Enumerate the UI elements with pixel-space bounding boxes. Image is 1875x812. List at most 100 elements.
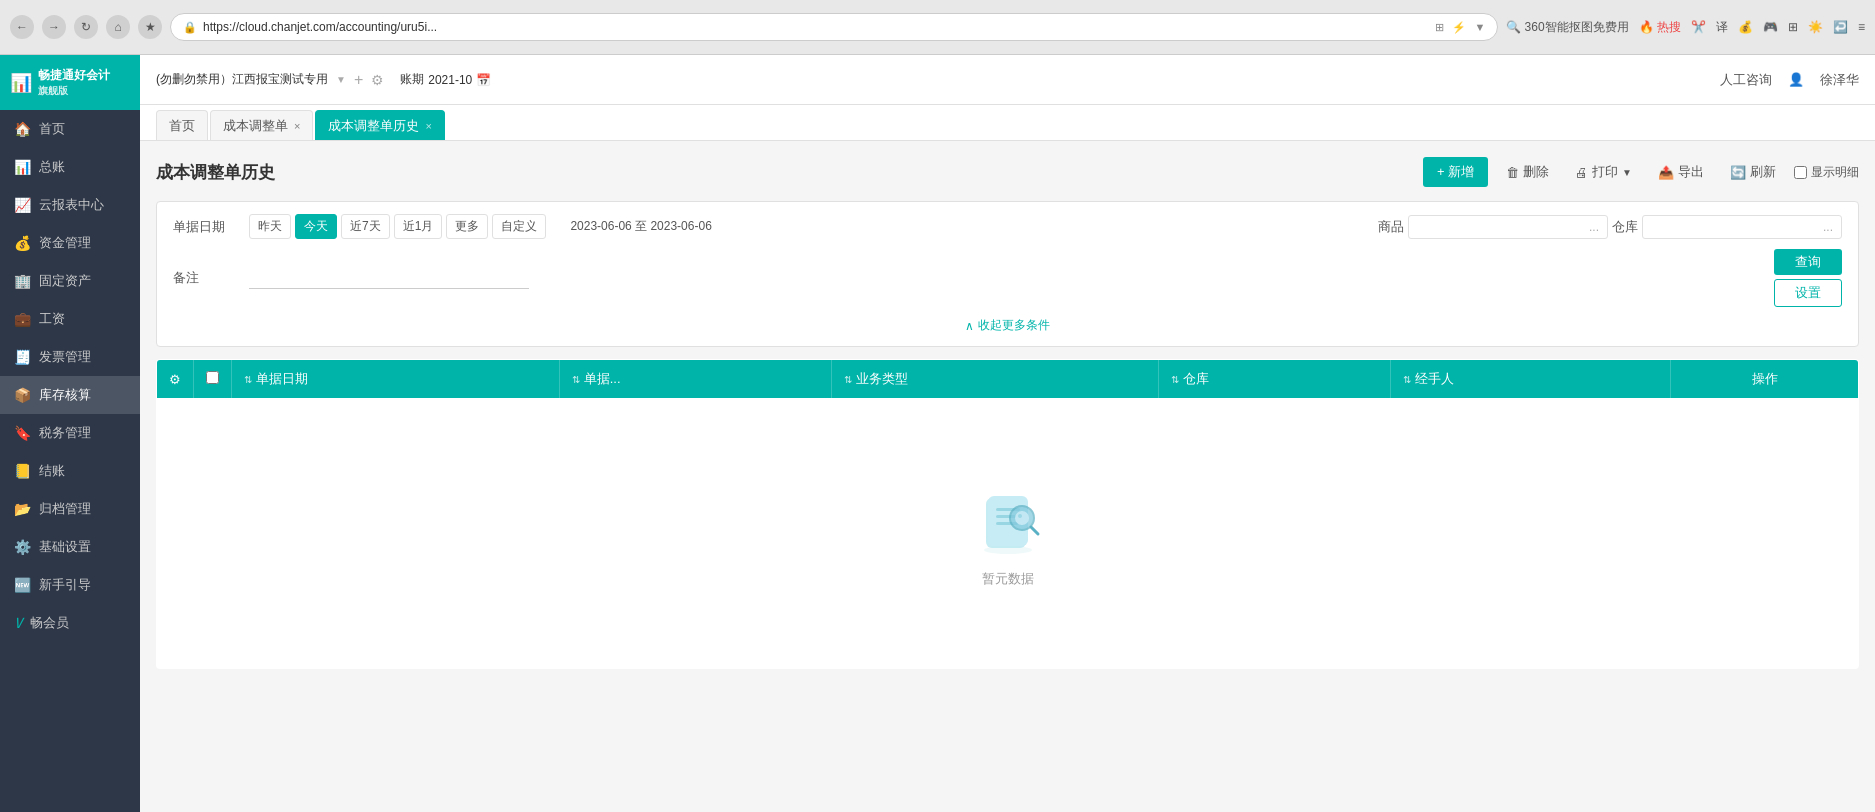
warehouse-dots[interactable]: ...: [1823, 220, 1833, 234]
show-cols-checkbox[interactable]: [1794, 166, 1807, 179]
warehouse-filter-select[interactable]: ...: [1642, 215, 1842, 239]
tab-cost-adjust-close[interactable]: ×: [294, 120, 300, 132]
app-switcher-icon[interactable]: ⊞: [1435, 21, 1444, 34]
grid-tool[interactable]: ⊞: [1788, 20, 1798, 34]
delete-button[interactable]: 🗑 删除: [1498, 159, 1557, 185]
show-cols-toggle[interactable]: 显示明细: [1794, 164, 1859, 181]
sidebar-item-label: 云报表中心: [39, 196, 104, 214]
logo-icon: 📊: [10, 72, 32, 94]
top-bar-period: 账期 2021-10 📅: [400, 71, 491, 88]
undo-tool[interactable]: ↩️: [1833, 20, 1848, 34]
page-body: 成本调整单历史 + 新增 🗑 删除 🖨 打印 ▼ 📤 导出: [140, 141, 1875, 812]
sidebar-item-close[interactable]: 📒 结账: [0, 452, 140, 490]
scissors-tool[interactable]: ✂️: [1691, 20, 1706, 34]
tab-home[interactable]: 首页: [156, 110, 208, 140]
date-btn-custom[interactable]: 自定义: [492, 214, 546, 239]
sort-icon[interactable]: ⇅: [572, 374, 580, 385]
tab-cost-adjust-history[interactable]: 成本调整单历史 ×: [315, 110, 444, 140]
reload-button[interactable]: ↻: [74, 15, 98, 39]
page-title: 成本调整单历史: [156, 161, 1423, 184]
bookmark-button[interactable]: ★: [138, 15, 162, 39]
sidebar-item-vip[interactable]: V 畅会员: [0, 604, 140, 642]
print-dropdown-icon[interactable]: ▼: [1622, 167, 1632, 178]
address-bar[interactable]: 🔒 https://cloud.chanjet.com/accounting/u…: [170, 13, 1498, 41]
tab-home-label: 首页: [169, 117, 195, 135]
date-btn-yesterday[interactable]: 昨天: [249, 214, 291, 239]
main-sidebar: 📊 畅捷通好会计 旗舰版 🏠 首页 📊 总账 📈 云报表中心 💰 资金管理: [0, 55, 140, 812]
menu-tool[interactable]: ≡: [1858, 20, 1865, 34]
sidebar-item-salary[interactable]: 💼 工资: [0, 300, 140, 338]
print-button[interactable]: 🖨 打印 ▼: [1567, 159, 1640, 185]
sidebar-item-home[interactable]: 🏠 首页: [0, 110, 140, 148]
table-header: ⚙ ⇅ 单据日期 ⇅: [157, 360, 1859, 399]
top-bar-right: 人工咨询 👤 徐泽华: [1720, 71, 1859, 89]
export-icon: 📤: [1658, 165, 1674, 180]
funds-icon: 💰: [14, 235, 31, 251]
sidebar-item-tax[interactable]: 🔖 税务管理: [0, 414, 140, 452]
tab-cost-adjust[interactable]: 成本调整单 ×: [210, 110, 313, 140]
sidebar-item-reports[interactable]: 📈 云报表中心: [0, 186, 140, 224]
search-tool[interactable]: 🔍 360智能抠图免费用: [1506, 19, 1628, 36]
dropdown-arrow-icon[interactable]: ▼: [336, 74, 346, 85]
sidebar-item-ledger[interactable]: 📊 总账: [0, 148, 140, 186]
query-button[interactable]: 查询: [1774, 249, 1842, 275]
date-btn-more[interactable]: 更多: [446, 214, 488, 239]
main-content: (勿删勿禁用）江西报宝测试专用 ▼ + ⚙ 账期 2021-10 📅 人工咨询 …: [140, 55, 1875, 812]
user-name[interactable]: 徐泽华: [1820, 71, 1859, 89]
th-settings[interactable]: ⚙: [157, 360, 194, 399]
back-button[interactable]: ←: [10, 15, 34, 39]
date-btn-today[interactable]: 今天: [295, 214, 337, 239]
table-settings-button[interactable]: 设置: [1774, 279, 1842, 307]
th-handler: ⇅ 经手人: [1391, 360, 1671, 399]
sort-icon[interactable]: ⇅: [244, 374, 252, 385]
export-button[interactable]: 📤 导出: [1650, 159, 1712, 185]
select-all-checkbox[interactable]: [206, 371, 219, 384]
sidebar-item-inventory[interactable]: 📦 库存核算: [0, 376, 140, 414]
th-date: ⇅ 单据日期: [232, 360, 560, 399]
theme-tool[interactable]: ☀️: [1808, 20, 1823, 34]
collapse-arrow-icon: ∧: [965, 319, 974, 333]
sidebar-item-guide[interactable]: 🆕 新手引导: [0, 566, 140, 604]
forward-button[interactable]: →: [42, 15, 66, 39]
sidebar-item-invoice[interactable]: 🧾 发票管理: [0, 338, 140, 376]
sort-icon[interactable]: ⇅: [1171, 374, 1179, 385]
sidebar-item-archive[interactable]: 📂 归档管理: [0, 490, 140, 528]
hot-search[interactable]: 🔥 热搜: [1639, 19, 1681, 36]
add-icon[interactable]: +: [354, 71, 363, 89]
page-tabs: 首页 成本调整单 × 成本调整单历史 ×: [140, 105, 1875, 141]
th-warehouse: ⇅ 仓库: [1159, 360, 1391, 399]
date-btn-7days[interactable]: 近7天: [341, 214, 390, 239]
sidebar-item-label: 总账: [39, 158, 65, 176]
refresh-button[interactable]: 🔄 刷新: [1722, 159, 1784, 185]
tab-cost-adjust-history-close[interactable]: ×: [425, 120, 431, 132]
th-checkbox[interactable]: [194, 360, 232, 399]
refresh-icon: 🔄: [1730, 165, 1746, 180]
sidebar-item-funds[interactable]: 💰 资金管理: [0, 224, 140, 262]
sort-icon[interactable]: ⇅: [844, 374, 852, 385]
settings-small-icon[interactable]: ⚙: [371, 72, 384, 88]
sort-icon[interactable]: ⇅: [1403, 374, 1411, 385]
dropdown-icon[interactable]: ▼: [1474, 21, 1485, 34]
home-button[interactable]: ⌂: [106, 15, 130, 39]
sidebar-item-settings[interactable]: ⚙️ 基础设置: [0, 528, 140, 566]
calendar-icon[interactable]: 📅: [476, 73, 491, 87]
top-bar-left: (勿删勿禁用）江西报宝测试专用 ▼ + ⚙: [156, 71, 384, 89]
sidebar-item-assets[interactable]: 🏢 固定资产: [0, 262, 140, 300]
empty-text: 暂元数据: [157, 570, 1858, 588]
game-tool[interactable]: 🎮: [1763, 20, 1778, 34]
goods-dots[interactable]: ...: [1589, 220, 1599, 234]
lightning-icon[interactable]: ⚡: [1452, 21, 1466, 34]
sidebar-item-label: 基础设置: [39, 538, 91, 556]
period-label: 账期: [400, 71, 424, 88]
collapse-filter-btn[interactable]: ∧ 收起更多条件: [965, 317, 1050, 334]
translate-tool[interactable]: 译: [1716, 19, 1728, 36]
consult-link[interactable]: 人工咨询: [1720, 71, 1772, 89]
goods-filter-select[interactable]: ...: [1408, 215, 1608, 239]
note-filter-input[interactable]: [249, 268, 529, 289]
date-btn-1month[interactable]: 近1月: [394, 214, 443, 239]
table-settings-icon[interactable]: ⚙: [169, 372, 181, 387]
guide-icon: 🆕: [14, 577, 31, 593]
new-button[interactable]: + 新增: [1423, 157, 1488, 187]
wallet-tool[interactable]: 💰: [1738, 20, 1753, 34]
user-avatar[interactable]: 👤: [1788, 72, 1804, 87]
